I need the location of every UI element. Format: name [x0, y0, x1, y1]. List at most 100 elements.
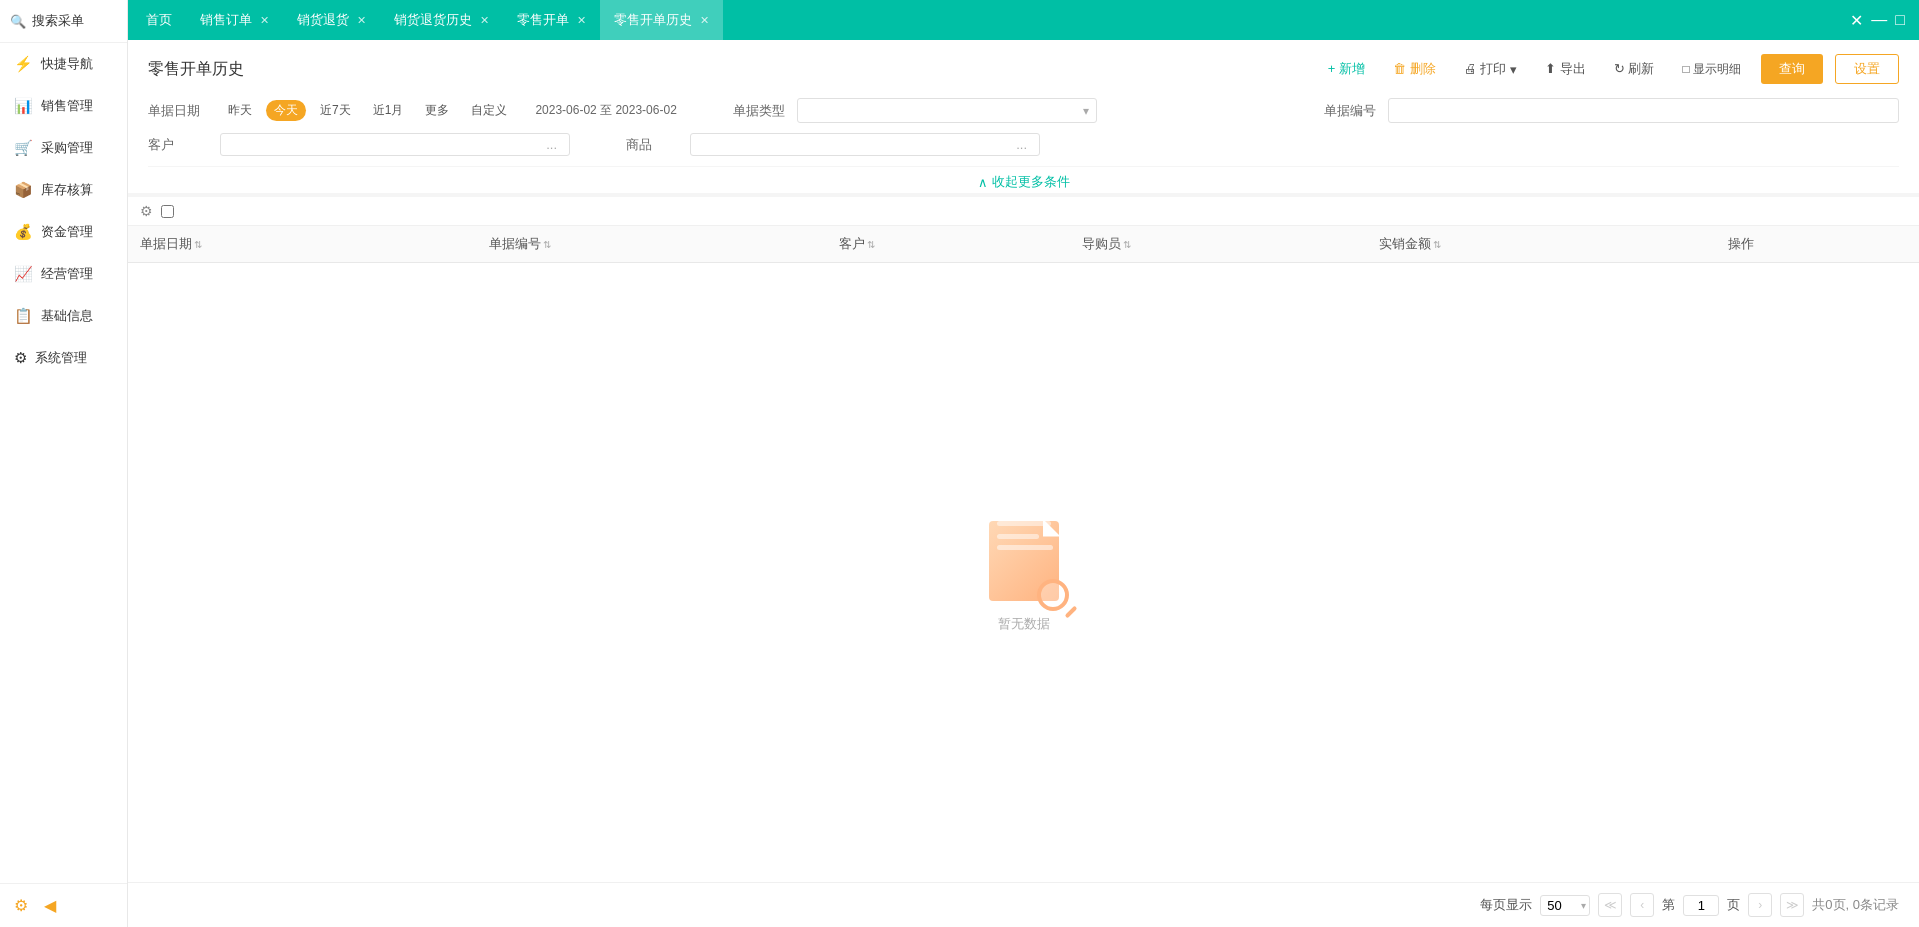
sort-icon-guide: ⇅ [1123, 239, 1131, 250]
sidebar-item-inventory[interactable]: 📦库存核算 [0, 169, 127, 211]
empty-illustration [974, 513, 1074, 603]
sidebar-item-finance[interactable]: 💰资金管理 [0, 211, 127, 253]
filter-row-2: 客户 ... 商品 ... [148, 133, 1899, 156]
print-label: 🖨 打印 [1464, 60, 1507, 78]
th-no[interactable]: 单据编号⇅ [477, 226, 826, 263]
order-type-label: 单据类型 [733, 102, 789, 120]
nav-tab-retail-open[interactable]: 零售开单 ✕ [503, 0, 600, 40]
toolbar: + 新增 🗑 删除 🖨 打印 ▾ ⬆ 导出 ↻ 刷新 □ 显示明细 查询 设置 [1320, 54, 1899, 84]
th-label-action: 操作 [1728, 236, 1754, 251]
collapse-icon: ∧ [978, 175, 988, 190]
settings-button[interactable]: 设置 [1835, 54, 1899, 84]
last-page-button[interactable]: ≫ [1780, 893, 1804, 917]
settings-footer-icon[interactable]: ⚙ [14, 896, 28, 915]
top-nav-right: ✕ — □ [1850, 11, 1915, 30]
page-number-input[interactable] [1683, 895, 1719, 916]
data-table: 单据日期⇅单据编号⇅客户⇅导购员⇅实销金额⇅操作 [128, 226, 1919, 263]
table-settings-icon[interactable]: ⚙ [140, 203, 153, 219]
nav-tab-close-sales-order[interactable]: ✕ [260, 14, 269, 27]
sort-icon-no: ⇅ [543, 239, 551, 250]
sidebar-label-sales-mgmt: 销售管理 [41, 97, 93, 115]
customer-input[interactable] [229, 137, 542, 152]
sidebar-icon-finance: 💰 [14, 223, 33, 241]
next-page-button[interactable]: › [1748, 893, 1772, 917]
collapse-label: 收起更多条件 [992, 173, 1070, 191]
close-window-icon[interactable]: ✕ [1850, 11, 1863, 30]
maximize-icon[interactable]: □ [1895, 11, 1905, 29]
order-no-input[interactable] [1388, 98, 1899, 123]
add-button[interactable]: + 新增 [1320, 56, 1373, 82]
per-page-label: 每页显示 [1480, 896, 1532, 914]
minimize-icon[interactable]: — [1871, 11, 1887, 29]
nav-tab-label-sales-return-history: 销货退货历史 [394, 11, 472, 29]
th-label-no: 单据编号 [489, 236, 541, 251]
nav-tab-retail-open-history[interactable]: 零售开单历史✕ [600, 0, 723, 40]
sidebar-label-basic-info: 基础信息 [41, 307, 93, 325]
date-opt-yesterday[interactable]: 昨天 [220, 100, 260, 121]
th-date[interactable]: 单据日期⇅ [128, 226, 477, 263]
first-page-button[interactable]: ≪ [1598, 893, 1622, 917]
date-opt-today[interactable]: 今天 [266, 100, 306, 121]
date-options: 昨天今天近7天近1月更多自定义 [220, 100, 515, 121]
per-page-select[interactable]: 102050100 [1540, 895, 1590, 916]
product-label: 商品 [626, 136, 682, 154]
collapse-footer-icon[interactable]: ◀ [44, 896, 56, 915]
doc-line-1 [997, 521, 1051, 526]
top-nav: 首页销售订单✕销货退货✕销货退货历史✕零售开单✕零售开单历史✕ ✕ — □ [128, 0, 1919, 40]
page-label: 第 [1662, 896, 1675, 914]
date-opt-custom[interactable]: 自定义 [463, 100, 515, 121]
nav-tab-label-sales-order: 销售订单 [200, 11, 252, 29]
nav-tab-label-sales-return: 销货退货 [297, 11, 349, 29]
prev-page-button[interactable]: ‹ [1630, 893, 1654, 917]
th-amount[interactable]: 实销金额⇅ [1367, 226, 1716, 263]
date-opt-last1m[interactable]: 近1月 [365, 100, 412, 121]
print-button[interactable]: 🖨 打印 ▾ [1456, 56, 1526, 82]
th-customer[interactable]: 客户⇅ [827, 226, 1071, 263]
date-opt-more[interactable]: 更多 [417, 100, 457, 121]
sidebar-search[interactable]: 🔍 搜索采单 [0, 0, 127, 43]
filter-area: 单据日期 昨天今天近7天近1月更多自定义 2023-06-02 至 2023-0… [148, 98, 1899, 193]
total-label: 共0页, 0条记录 [1812, 896, 1899, 914]
nav-tab-sales-return[interactable]: 销货退货 ✕ [283, 0, 380, 40]
nav-tab-close-retail-open[interactable]: ✕ [577, 14, 586, 27]
query-button[interactable]: 查询 [1761, 54, 1823, 84]
date-opt-last7[interactable]: 近7天 [312, 100, 359, 121]
table-header-row: 单据日期⇅单据编号⇅客户⇅导购员⇅实销金额⇅操作 [128, 226, 1919, 263]
sidebar-item-purchase-mgmt[interactable]: 🛒采购管理 [0, 127, 127, 169]
sidebar-item-quick-nav[interactable]: ⚡快捷导航 [0, 43, 127, 85]
collapse-bar[interactable]: ∧ 收起更多条件 [148, 166, 1899, 193]
print-arrow-icon: ▾ [1510, 62, 1517, 77]
magnifier-icon [1037, 579, 1069, 611]
page-header: 零售开单历史 + 新增 🗑 删除 🖨 打印 ▾ ⬆ 导出 ↻ 刷新 □ 显示明细… [128, 40, 1919, 193]
order-type-select[interactable] [797, 98, 1097, 123]
nav-tab-sales-order[interactable]: 销售订单 ✕ [186, 0, 283, 40]
product-ellipsis-icon[interactable]: ... [1012, 137, 1031, 152]
th-label-date: 单据日期 [140, 236, 192, 251]
sort-icon-date: ⇅ [194, 239, 202, 250]
nav-tab-label-retail-open: 零售开单 [517, 11, 569, 29]
delete-button[interactable]: 🗑 删除 [1385, 56, 1444, 82]
empty-text: 暂无数据 [998, 615, 1050, 633]
nav-tab-close-sales-return[interactable]: ✕ [357, 14, 366, 27]
table-toolbar-row: ⚙ [128, 197, 1919, 226]
sidebar-item-basic-info[interactable]: 📋基础信息 [0, 295, 127, 337]
display-button[interactable]: □ 显示明细 [1674, 57, 1749, 82]
customer-ellipsis-icon[interactable]: ... [542, 137, 561, 152]
content-area: 零售开单历史 + 新增 🗑 删除 🖨 打印 ▾ ⬆ 导出 ↻ 刷新 □ 显示明细… [128, 40, 1919, 927]
nav-tab-label-home: 首页 [146, 11, 172, 29]
filter-row-1: 单据日期 昨天今天近7天近1月更多自定义 2023-06-02 至 2023-0… [148, 98, 1899, 123]
th-guide[interactable]: 导购员⇅ [1070, 226, 1366, 263]
export-button[interactable]: ⬆ 导出 [1537, 56, 1594, 82]
product-input[interactable] [699, 137, 1012, 152]
sidebar-nav: ⚡快捷导航 📊 销售管理 🛒采购管理📦库存核算💰资金管理📈经营管理📋基础信息⚙系统管理 [0, 43, 127, 883]
nav-tab-home[interactable]: 首页 [132, 0, 186, 40]
sidebar-item-sales-mgmt[interactable]: 📊 销售管理 [0, 85, 127, 127]
sidebar-icon-sales-mgmt: 📊 [14, 97, 33, 115]
sidebar-item-sys-mgmt[interactable]: ⚙系统管理 [0, 337, 127, 379]
select-all-checkbox[interactable] [161, 205, 174, 218]
refresh-button[interactable]: ↻ 刷新 [1606, 56, 1663, 82]
nav-tab-close-sales-return-history[interactable]: ✕ [480, 14, 489, 27]
sidebar-item-operations[interactable]: 📈经营管理 [0, 253, 127, 295]
nav-tab-close-retail-open-history[interactable]: ✕ [700, 14, 709, 27]
nav-tab-sales-return-history[interactable]: 销货退货历史 ✕ [380, 0, 503, 40]
